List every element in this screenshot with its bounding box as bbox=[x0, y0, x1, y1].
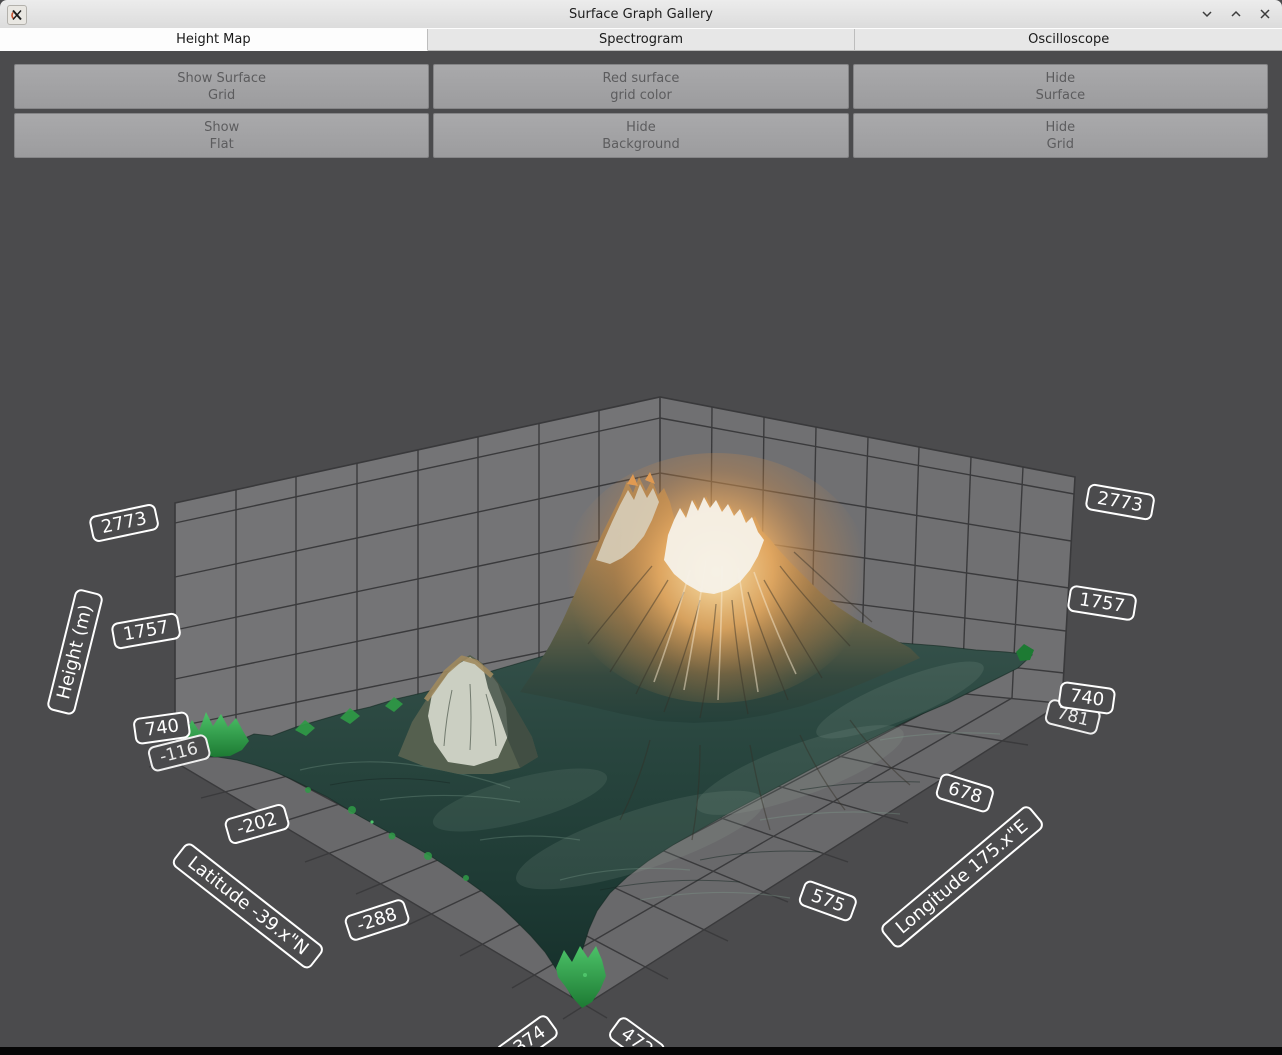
minimize-icon[interactable] bbox=[1198, 5, 1216, 23]
button-label: Hide bbox=[626, 119, 656, 136]
close-icon[interactable] bbox=[1256, 5, 1274, 23]
show-flat-button[interactable]: Show Flat bbox=[14, 113, 429, 158]
button-label: Surface bbox=[1036, 87, 1086, 104]
app-window: -116 2773 1757 740 Height (m) 781 2773 1… bbox=[0, 0, 1282, 1055]
button-label: Hide bbox=[1046, 119, 1076, 136]
surface-3d-scene bbox=[0, 0, 1282, 1055]
window-bottom-edge bbox=[0, 1047, 1282, 1055]
window-title: Surface Graph Gallery bbox=[0, 7, 1282, 22]
button-label: Show bbox=[204, 119, 239, 136]
button-label: grid color bbox=[610, 87, 672, 104]
button-label: Flat bbox=[210, 136, 234, 153]
button-label: Background bbox=[602, 136, 680, 153]
hide-grid-button[interactable]: Hide Grid bbox=[853, 113, 1268, 158]
tab-oscilloscope[interactable]: Oscilloscope bbox=[855, 29, 1282, 51]
button-label: Grid bbox=[208, 87, 235, 104]
hide-surface-button[interactable]: Hide Surface bbox=[853, 64, 1268, 109]
button-label: Grid bbox=[1047, 136, 1074, 153]
button-label: Hide bbox=[1046, 70, 1076, 87]
tab-spectrogram[interactable]: Spectrogram bbox=[428, 29, 856, 51]
show-surface-grid-button[interactable]: Show Surface Grid bbox=[14, 64, 429, 109]
titlebar[interactable]: Surface Graph Gallery bbox=[0, 0, 1282, 29]
button-label: Show Surface bbox=[177, 70, 266, 87]
tab-bar: Height Map Spectrogram Oscilloscope bbox=[0, 28, 1282, 51]
maximize-icon[interactable] bbox=[1227, 5, 1245, 23]
button-label: Red surface bbox=[603, 70, 680, 87]
tab-height-map[interactable]: Height Map bbox=[0, 29, 428, 51]
toolbar: Show Surface Grid Red surface grid color… bbox=[0, 50, 1282, 158]
hide-background-button[interactable]: Hide Background bbox=[433, 113, 848, 158]
x11-logo-icon bbox=[7, 5, 27, 25]
surface-graph-view[interactable]: -116 2773 1757 740 Height (m) 781 2773 1… bbox=[0, 0, 1282, 1055]
red-surface-grid-color-button[interactable]: Red surface grid color bbox=[433, 64, 848, 109]
